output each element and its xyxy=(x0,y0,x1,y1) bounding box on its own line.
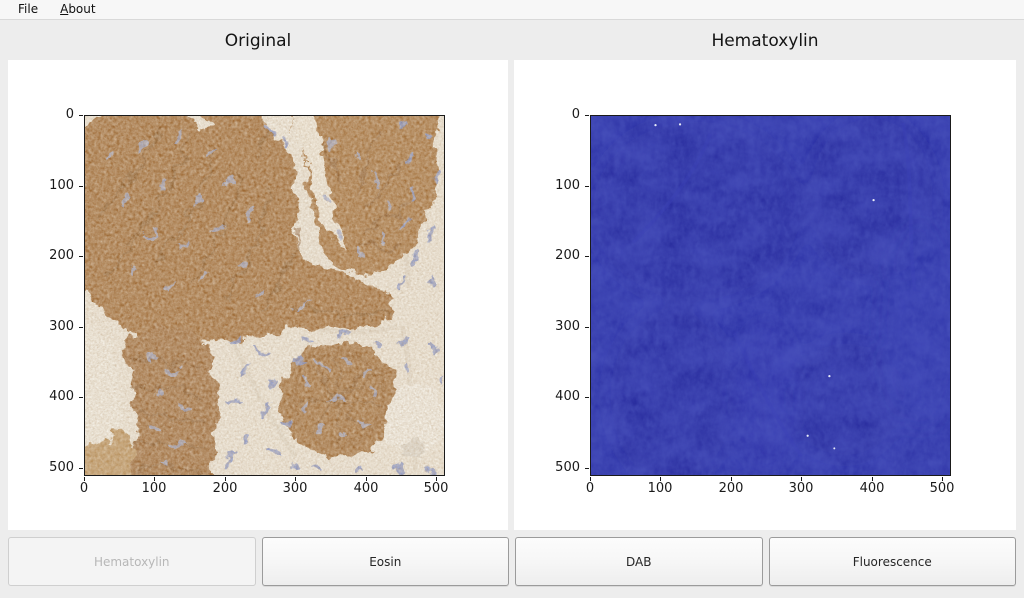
x-tick-label: 500 xyxy=(929,481,955,496)
y-tick-mark xyxy=(79,397,83,398)
y-tick-label: 200 xyxy=(555,248,580,263)
y-tick-label: 400 xyxy=(49,389,74,404)
original-panel-title: Original xyxy=(224,31,292,51)
hematoxylin-panel: 0 100 200 300 400 500 0 100 200 300 400 … xyxy=(514,60,1016,530)
y-tick-label: 500 xyxy=(555,460,580,475)
hematoxylin-panel-title: Hematoxylin xyxy=(711,31,819,51)
y-tick-label: 300 xyxy=(49,319,74,334)
y-tick-mark xyxy=(79,256,83,257)
y-tick-label: 200 xyxy=(49,248,74,263)
y-tick-mark xyxy=(79,327,83,328)
x-tick-label: 0 xyxy=(585,481,595,496)
hematoxylin-channel-image xyxy=(591,116,950,475)
original-histology-image xyxy=(85,116,444,475)
y-tick-mark xyxy=(585,256,589,257)
menu-about-rest: bout xyxy=(68,2,96,16)
x-tick-label: 400 xyxy=(859,481,885,496)
x-tick-label: 300 xyxy=(282,481,308,496)
stain-separation-app: File About Original Hematoxylin 0 100 20… xyxy=(0,0,1024,598)
x-tick-label: 100 xyxy=(141,481,167,496)
original-plot-area xyxy=(84,115,445,476)
stain-button-hematoxylin[interactable]: Hematoxylin xyxy=(8,537,256,586)
x-tick-label: 300 xyxy=(788,481,814,496)
y-tick-label: 400 xyxy=(555,389,580,404)
menu-about[interactable]: About xyxy=(51,1,105,18)
y-tick-mark xyxy=(585,115,589,116)
y-tick-label: 0 xyxy=(65,107,74,122)
y-tick-mark xyxy=(585,186,589,187)
y-tick-mark xyxy=(79,468,83,469)
y-tick-mark xyxy=(79,186,83,187)
y-tick-mark xyxy=(585,397,589,398)
y-tick-mark xyxy=(79,115,83,116)
x-tick-label: 0 xyxy=(79,481,89,496)
x-tick-label: 500 xyxy=(423,481,449,496)
menu-file[interactable]: File xyxy=(9,1,47,18)
y-tick-mark xyxy=(585,327,589,328)
y-tick-label: 100 xyxy=(555,178,580,193)
y-tick-mark xyxy=(585,468,589,469)
hematoxylin-plot-area xyxy=(590,115,951,476)
original-panel: 0 100 200 300 400 500 0 100 200 300 400 … xyxy=(8,60,508,530)
y-tick-label: 500 xyxy=(49,460,74,475)
x-tick-label: 100 xyxy=(647,481,673,496)
y-tick-label: 0 xyxy=(571,107,580,122)
menu-bar: File About xyxy=(0,0,1024,20)
stain-button-fluorescence[interactable]: Fluorescence xyxy=(768,537,1016,586)
stain-button-dab[interactable]: DAB xyxy=(515,537,763,586)
x-tick-label: 400 xyxy=(353,481,379,496)
y-tick-label: 100 xyxy=(49,178,74,193)
stain-button-eosin[interactable]: Eosin xyxy=(261,537,509,586)
x-tick-label: 200 xyxy=(212,481,238,496)
stain-button-row: Hematoxylin Eosin DAB Fluorescence xyxy=(8,537,1016,586)
x-tick-label: 200 xyxy=(718,481,744,496)
y-tick-label: 300 xyxy=(555,319,580,334)
